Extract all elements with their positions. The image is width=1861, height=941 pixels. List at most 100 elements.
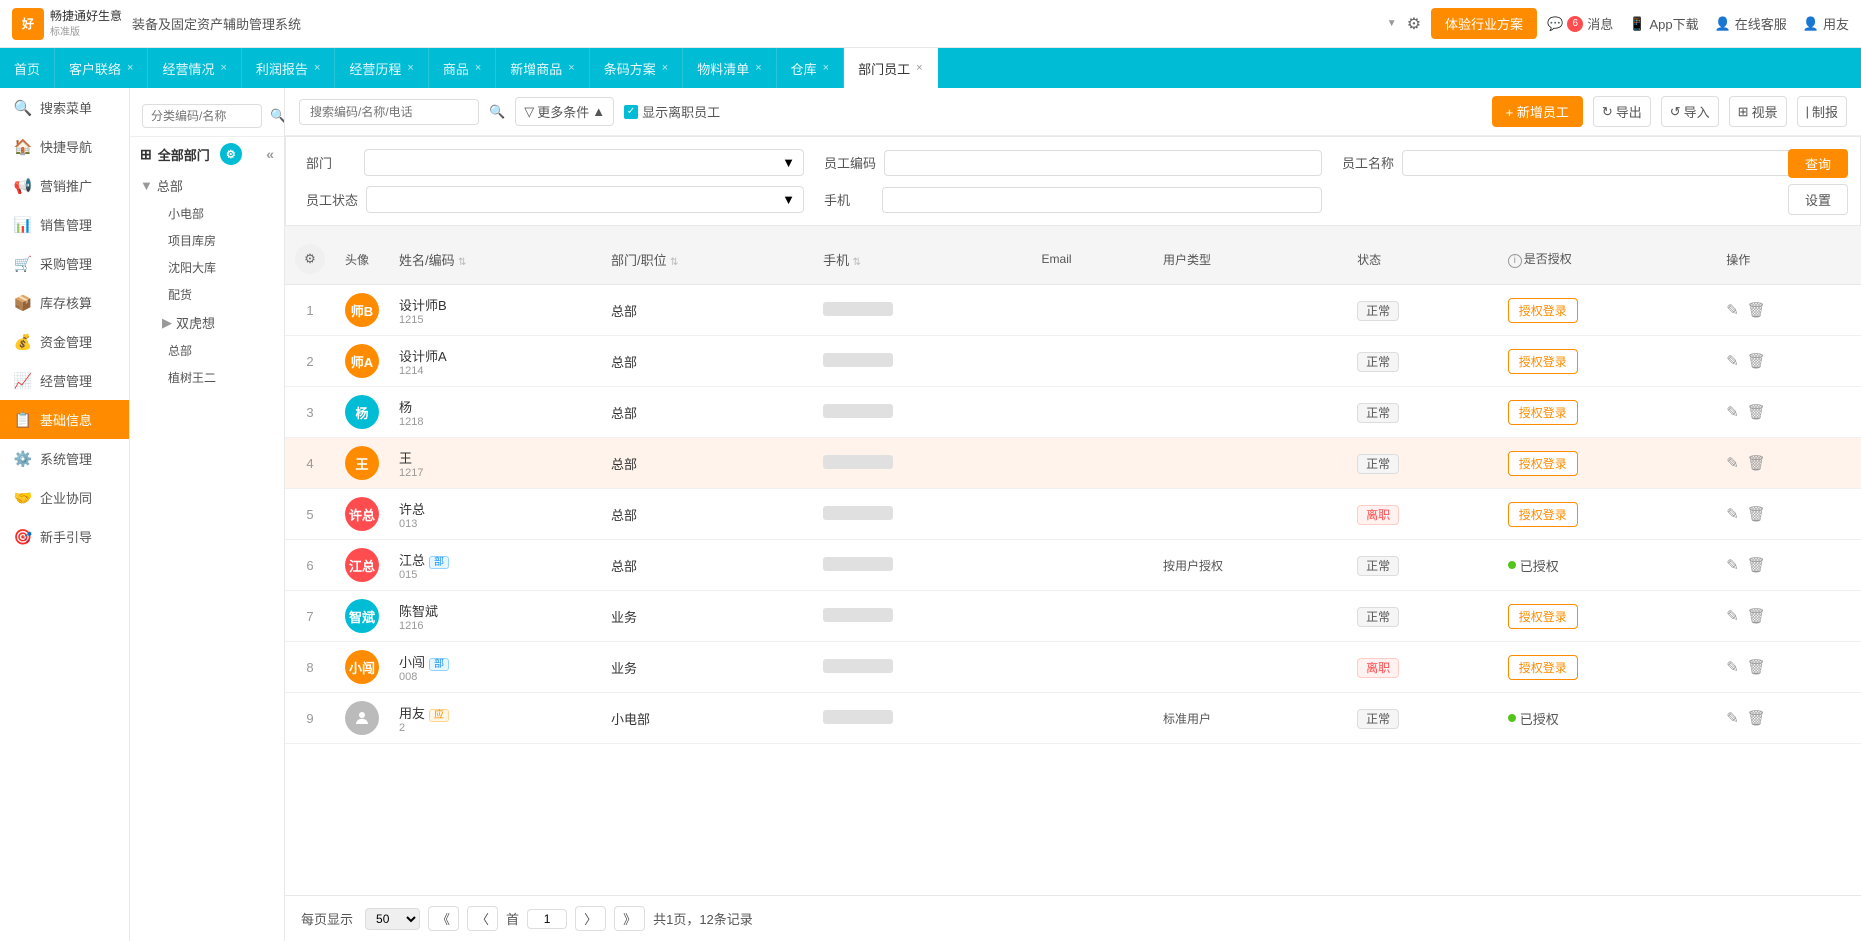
th-settings[interactable]: ⚙ [285,234,335,285]
dept-tree-group-head[interactable]: ▼ 总部 [130,171,284,200]
sidebar-item-system[interactable]: ⚙️ 系统管理 [0,439,129,478]
delete-button[interactable]: 🗑 [1747,607,1766,625]
tab-history[interactable]: 经营历程 × [335,48,428,88]
emp-name-input[interactable] [1402,150,1840,176]
tab-employees[interactable]: 部门员工 × [844,48,937,88]
system-title-chevron-icon[interactable]: ▼ [1387,18,1397,29]
delete-button[interactable]: 🗑 [1747,454,1766,472]
delete-button[interactable]: 🗑 [1747,352,1766,370]
user-area[interactable]: 👤 用友 [1803,14,1849,33]
delete-button[interactable]: 🗑 [1747,505,1766,523]
show-resigned-checkbox[interactable]: ✓ 显示离职员工 [624,102,720,121]
sidebar-item-collab[interactable]: 🤝 企业协同 [0,478,129,517]
th-name-code[interactable]: 姓名/编码 ⇅ [389,234,601,285]
sidebar-item-sales[interactable]: 📊 销售管理 [0,205,129,244]
dept-item-small-elec[interactable]: 小电部 [152,200,284,227]
export-button[interactable]: ↻ 导出 [1593,96,1651,127]
th-phone[interactable]: 手机 ⇅ [813,234,1031,285]
dept-item-distribution[interactable]: 配货 [152,281,284,308]
edit-button[interactable]: ✎ [1726,403,1739,421]
auth-login-button[interactable]: 授权登录 [1508,451,1578,476]
dept-sort-icon[interactable]: ⇅ [670,257,678,268]
sidebar-item-search[interactable]: 🔍 搜索菜单 [0,88,129,127]
auth-login-button[interactable]: 授权登录 [1508,349,1578,374]
edit-button[interactable]: ✎ [1726,505,1739,523]
auth-login-button[interactable]: 授权登录 [1508,604,1578,629]
edit-button[interactable]: ✎ [1726,352,1739,370]
tab-add-goods[interactable]: 新增商品 × [496,48,589,88]
status-filter-select[interactable]: ▼ [366,186,804,213]
tab-barcode[interactable]: 条码方案 × [590,48,683,88]
sidebar-item-purchase[interactable]: 🛒 采购管理 [0,244,129,283]
dept-item-plant[interactable]: 植树王二 [152,364,284,391]
tab-add-goods-close-icon[interactable]: × [568,62,574,74]
dept-tree-group-double[interactable]: ▶ 双虎想 [152,308,284,337]
auth-login-button[interactable]: 授权登录 [1508,502,1578,527]
first-page-button[interactable]: 《 [428,906,459,931]
tab-bom[interactable]: 物料清单 × [683,48,776,88]
table-settings-icon[interactable]: ⚙ [295,244,325,274]
edit-button[interactable]: ✎ [1726,658,1739,676]
sidebar-item-operation[interactable]: 📈 经营管理 [0,361,129,400]
last-page-button[interactable]: 》 [614,906,645,931]
dept-item-project[interactable]: 项目库房 [152,227,284,254]
tab-profit[interactable]: 利润报告 × [242,48,335,88]
page-number-input[interactable] [527,909,567,929]
edit-button[interactable]: ✎ [1726,607,1739,625]
dept-filter-select[interactable]: ▼ [364,149,804,176]
edit-button[interactable]: ✎ [1726,556,1739,574]
tab-warehouse[interactable]: 仓库 × [777,48,844,88]
phone-input[interactable] [882,187,1322,213]
sidebar-item-finance[interactable]: 💰 资金管理 [0,322,129,361]
tab-barcode-close-icon[interactable]: × [662,62,668,74]
per-page-select[interactable]: 50 20 100 [365,908,420,930]
edit-button[interactable]: ✎ [1726,454,1739,472]
auth-login-button[interactable]: 授权登录 [1508,298,1578,323]
more-filter-button[interactable]: ▽ 更多条件 ▲ [515,97,614,126]
tab-profit-close-icon[interactable]: × [314,62,320,74]
sidebar-item-inventory[interactable]: 📦 库存核算 [0,283,129,322]
tab-operations-close-icon[interactable]: × [220,62,226,74]
dept-tree-collapse-icon[interactable]: « [266,146,274,162]
tab-customer[interactable]: 客户联络 × [55,48,148,88]
trial-button[interactable]: 体验行业方案 [1431,8,1537,39]
employee-search-icon[interactable]: 🔍 [489,104,505,120]
dept-search-input[interactable] [142,104,262,128]
app-download-button[interactable]: 📱 App下载 [1629,14,1698,33]
name-sort-icon[interactable]: ⇅ [458,257,466,268]
sidebar-item-basic[interactable]: 📋 基础信息 [0,400,129,439]
import-button[interactable]: ↺ 导入 [1661,96,1719,127]
tab-customer-close-icon[interactable]: × [127,62,133,74]
emp-code-input[interactable] [884,150,1322,176]
reset-button[interactable]: 设置 [1788,184,1848,215]
tab-bom-close-icon[interactable]: × [755,62,761,74]
th-dept[interactable]: 部门/职位 ⇅ [601,234,813,285]
sidebar-item-guide[interactable]: 🎯 新手引导 [0,517,129,556]
tab-home[interactable]: 首页 [0,48,55,88]
sidebar-item-quicknav[interactable]: 🏠 快捷导航 [0,127,129,166]
dept-item-head[interactable]: 总部 [152,337,284,364]
online-service-button[interactable]: 👤 在线客服 [1715,14,1787,33]
dept-search-icon[interactable]: 🔍 [270,108,285,124]
tab-warehouse-close-icon[interactable]: × [823,62,829,74]
print-button[interactable]: | 制报 [1797,96,1847,127]
sidebar-item-marketing[interactable]: 📢 营销推广 [0,166,129,205]
delete-button[interactable]: 🗑 [1747,301,1766,319]
auth-login-button[interactable]: 授权登录 [1508,655,1578,680]
phone-sort-icon[interactable]: ⇅ [852,257,860,268]
dept-tree-settings-icon[interactable]: ⚙ [220,143,242,165]
delete-button[interactable]: 🗑 [1747,556,1766,574]
next-page-button[interactable]: 〉 [575,906,606,931]
message-button[interactable]: 💬 6 消息 [1547,14,1613,33]
edit-button[interactable]: ✎ [1726,301,1739,319]
edit-button[interactable]: ✎ [1726,709,1739,727]
delete-button[interactable]: 🗑 [1747,403,1766,421]
tab-employees-close-icon[interactable]: × [916,62,922,74]
prev-page-button[interactable]: 〈 [467,906,498,931]
settings-gear-icon[interactable]: ⚙ [1407,14,1421,34]
dept-item-shenyang[interactable]: 沈阳大库 [152,254,284,281]
tab-history-close-icon[interactable]: × [407,62,413,74]
tab-goods[interactable]: 商品 × [429,48,496,88]
view-button[interactable]: ⊞ 视景 [1729,96,1787,127]
query-button[interactable]: 查询 [1788,149,1848,178]
